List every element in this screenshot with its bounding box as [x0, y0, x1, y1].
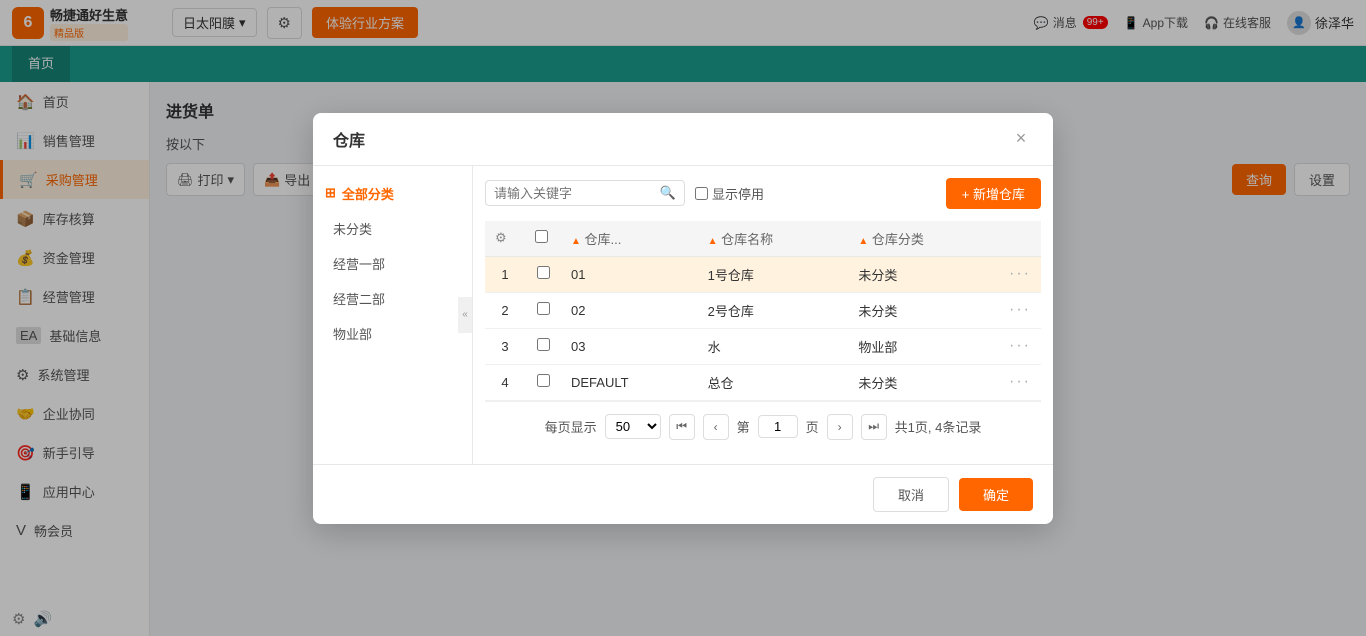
page-first-btn[interactable]: ⏮ — [669, 414, 695, 440]
table-row[interactable]: 4 DEFAULT 总仓 未分类 ··· — [485, 364, 1041, 400]
td-category-3: 物业部 — [848, 328, 999, 364]
td-code-1: 01 — [561, 256, 698, 292]
collapse-left-icon: « — [462, 309, 468, 320]
row-checkbox-2[interactable] — [537, 302, 550, 315]
table-header-row: ⚙ ▲ 仓库... ▲ — [485, 221, 1041, 257]
pagination: 每页显示 50 20 100 ⏮ ‹ 第 页 › ⏭ 共1页, 4条记录 — [485, 401, 1041, 452]
confirm-button[interactable]: 确定 — [959, 478, 1033, 511]
td-code-4: DEFAULT — [561, 364, 698, 400]
th-code: ▲ 仓库... — [561, 221, 698, 257]
td-checkbox-3[interactable] — [525, 328, 561, 364]
row-more-icon-3[interactable]: ··· — [1009, 337, 1031, 354]
th-checkbox[interactable] — [525, 221, 561, 257]
category-item-unclassified[interactable]: 未分类 — [313, 211, 472, 246]
td-checkbox-4[interactable] — [525, 364, 561, 400]
th-name: ▲ 仓库名称 — [698, 221, 849, 257]
table-row[interactable]: 3 03 水 物业部 ··· — [485, 328, 1041, 364]
td-category-4: 未分类 — [848, 364, 999, 400]
table-head: ⚙ ▲ 仓库... ▲ — [485, 221, 1041, 257]
content-panel: 🔍 显示停用 + 新增仓库 — [473, 166, 1053, 464]
td-checkbox-2[interactable] — [525, 292, 561, 328]
table-body: 1 01 1号仓库 未分类 ··· 2 02 2 — [485, 256, 1041, 400]
row-checkbox-1[interactable] — [537, 266, 550, 279]
search-input-wrap: 🔍 — [485, 180, 685, 206]
td-row-no-2: 2 — [485, 292, 525, 328]
category-grid-icon: ⊞ — [325, 185, 336, 201]
table-container: ⚙ ▲ 仓库... ▲ — [485, 221, 1041, 401]
dialog-overlay: 仓库 × ⊞ 全部分类 未分类 经营一部 经营二部 物业部 « — [0, 0, 1366, 636]
page-next-btn[interactable]: › — [827, 414, 853, 440]
row-more-icon-1[interactable]: ··· — [1009, 265, 1031, 282]
category-all[interactable]: ⊞ 全部分类 — [313, 176, 472, 211]
th-more — [999, 221, 1041, 257]
dialog-header: 仓库 × — [313, 113, 1053, 166]
row-checkbox-3[interactable] — [537, 338, 550, 351]
per-page-select[interactable]: 50 20 100 — [605, 414, 661, 439]
td-name-3: 水 — [698, 328, 849, 364]
td-code-3: 03 — [561, 328, 698, 364]
td-more-3[interactable]: ··· — [999, 328, 1041, 364]
dialog-body: ⊞ 全部分类 未分类 经营一部 经营二部 物业部 « 🔍 — [313, 166, 1053, 464]
search-input[interactable] — [494, 186, 660, 201]
add-warehouse-button[interactable]: + 新增仓库 — [946, 178, 1041, 209]
td-name-4: 总仓 — [698, 364, 849, 400]
td-more-1[interactable]: ··· — [999, 256, 1041, 292]
page-last-btn[interactable]: ⏭ — [861, 414, 887, 440]
dialog-footer: 取消 确定 — [313, 464, 1053, 524]
warehouse-dialog: 仓库 × ⊞ 全部分类 未分类 经营一部 经营二部 物业部 « — [313, 113, 1053, 524]
sort-cat-icon: ▲ — [858, 236, 868, 247]
td-code-2: 02 — [561, 292, 698, 328]
page-input[interactable] — [758, 415, 798, 438]
search-icon[interactable]: 🔍 — [660, 185, 676, 201]
td-category-2: 未分类 — [848, 292, 999, 328]
row-checkbox-4[interactable] — [537, 374, 550, 387]
category-panel: ⊞ 全部分类 未分类 经营一部 经营二部 物业部 « — [313, 166, 473, 464]
td-row-no-4: 4 — [485, 364, 525, 400]
dialog-close-button[interactable]: × — [1009, 127, 1033, 151]
page-prev-btn[interactable]: ‹ — [703, 414, 729, 440]
td-row-no-1: 1 — [485, 256, 525, 292]
row-more-icon-2[interactable]: ··· — [1009, 301, 1031, 318]
show-disabled-checkbox[interactable]: 显示停用 — [695, 184, 764, 203]
select-all-checkbox[interactable] — [535, 230, 548, 243]
category-collapse-btn[interactable]: « — [458, 297, 472, 333]
th-settings[interactable]: ⚙ — [485, 221, 525, 257]
td-category-1: 未分类 — [848, 256, 999, 292]
table-row[interactable]: 1 01 1号仓库 未分类 ··· — [485, 256, 1041, 292]
category-item-property[interactable]: 物业部 — [313, 316, 472, 351]
th-category: ▲ 仓库分类 — [848, 221, 999, 257]
show-disabled-check[interactable] — [695, 187, 708, 200]
row-more-icon-4[interactable]: ··· — [1009, 373, 1031, 390]
th-gear-icon[interactable]: ⚙ — [495, 230, 507, 245]
td-name-2: 2号仓库 — [698, 292, 849, 328]
category-item-dept2[interactable]: 经营二部 — [313, 281, 472, 316]
cancel-button[interactable]: 取消 — [873, 477, 949, 512]
warehouse-table: ⚙ ▲ 仓库... ▲ — [485, 221, 1041, 401]
td-more-4[interactable]: ··· — [999, 364, 1041, 400]
td-name-1: 1号仓库 — [698, 256, 849, 292]
dialog-title: 仓库 — [333, 127, 365, 151]
td-row-no-3: 3 — [485, 328, 525, 364]
td-more-2[interactable]: ··· — [999, 292, 1041, 328]
sort-name-icon: ▲ — [708, 236, 718, 247]
category-item-dept1[interactable]: 经营一部 — [313, 246, 472, 281]
table-row[interactable]: 2 02 2号仓库 未分类 ··· — [485, 292, 1041, 328]
sort-icon: ▲ — [571, 236, 581, 247]
td-checkbox-1[interactable] — [525, 256, 561, 292]
search-bar: 🔍 显示停用 + 新增仓库 — [485, 178, 1041, 209]
